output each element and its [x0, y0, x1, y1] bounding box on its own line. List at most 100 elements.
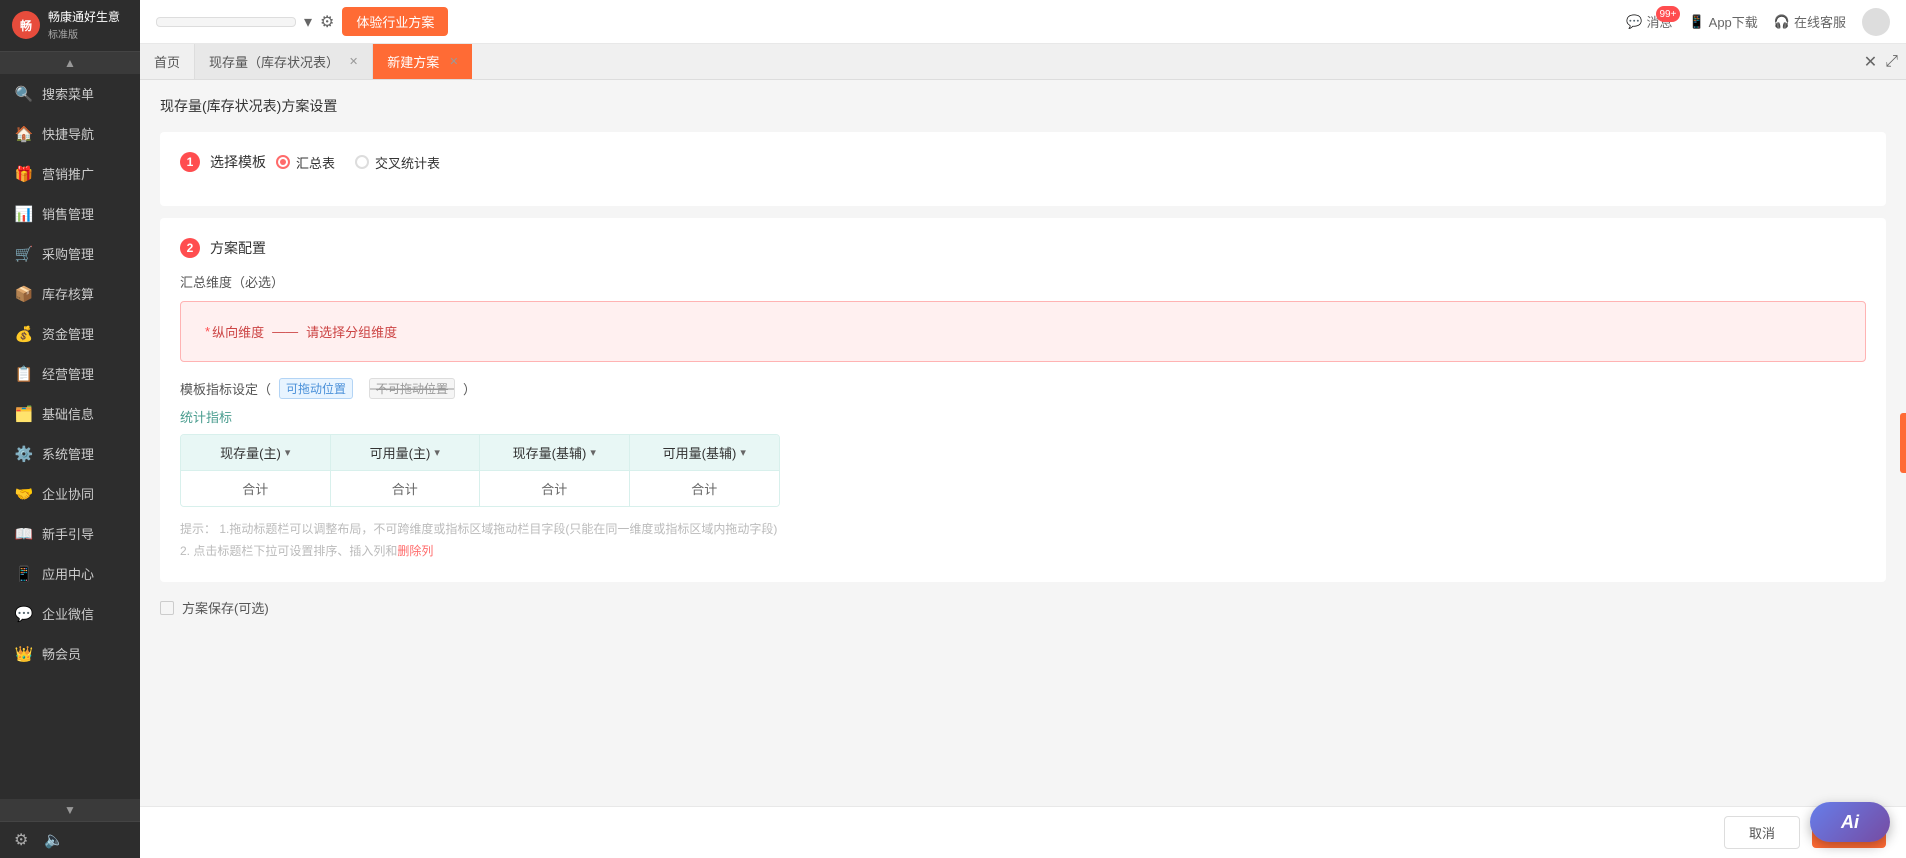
- sidebar-item-enterprise[interactable]: 🤝 企业协同: [0, 474, 140, 514]
- search-input[interactable]: [156, 17, 296, 27]
- save-checkbox[interactable]: [160, 601, 174, 615]
- download-icon: 📱: [1688, 14, 1704, 30]
- sidebar-item-label-system: 系统管理: [42, 444, 94, 463]
- sidebar: 畅 畅康通好生意 标准版 ▲ 🔍 搜索菜单 🏠 快捷导航 🎁 营销推广 📊 销售…: [0, 0, 140, 858]
- tab-expand-btn[interactable]: ⤢: [1885, 53, 1898, 71]
- stats-col-header-3[interactable]: 可用量(基辅)▾: [630, 435, 780, 470]
- app-download-action[interactable]: 📱 App下载: [1688, 12, 1757, 31]
- col-dropdown-1[interactable]: ▾: [434, 446, 440, 459]
- sidebar-item-label-operations: 经营管理: [42, 364, 94, 383]
- sidebar-item-purchase[interactable]: 🛒 采购管理: [0, 234, 140, 274]
- radio-summary[interactable]: 汇总表: [276, 153, 335, 172]
- sidebar-item-label-quick-nav: 快捷导航: [42, 124, 94, 143]
- sidebar-item-search-menu[interactable]: 🔍 搜索菜单: [0, 74, 140, 114]
- sidebar-item-icon-basic-info: 🗂️: [14, 404, 34, 424]
- sidebar-item-label-app-center: 应用中心: [42, 564, 94, 583]
- stats-col-header-2[interactable]: 现存量(基辅)▾: [480, 435, 630, 470]
- dimension-placeholder[interactable]: 请选择分组维度: [306, 322, 397, 341]
- sidebar-item-label-search-menu: 搜索菜单: [42, 84, 94, 103]
- top-bar: ▾ ⚙ 体验行业方案 💬 消息 99+ 📱 App下载 🎧 在线客服: [140, 0, 1906, 44]
- stats-col-header-1[interactable]: 可用量(主)▾: [331, 435, 481, 470]
- ai-bubble[interactable]: Ai: [1810, 802, 1890, 842]
- sidebar-item-icon-new-guide: 📖: [14, 524, 34, 544]
- step1-title: 选择模板: [210, 152, 266, 172]
- bottom-bar: 取消 查询: [140, 806, 1906, 858]
- indicator-label-text: 模板指标设定（: [180, 379, 271, 398]
- sidebar-item-label-enterprise: 企业协同: [42, 484, 94, 503]
- app-download-label: App下载: [1709, 12, 1758, 31]
- message-badge: 99+: [1656, 6, 1681, 22]
- gear-icon[interactable]: ⚙: [320, 12, 334, 32]
- sidebar-item-icon-quick-nav: 🏠: [14, 124, 34, 144]
- sidebar-scroll-down[interactable]: ▼: [0, 799, 140, 821]
- tab-bar: 首页 现存量（库存状况表） ✕ 新建方案 ✕ ✕ ⤢: [140, 44, 1906, 80]
- stats-cell-0-2: 合计: [480, 470, 630, 506]
- stats-col-header-label-3: 可用量(基辅): [663, 443, 737, 462]
- sidebar-item-new-guide[interactable]: 📖 新手引导: [0, 514, 140, 554]
- sidebar-item-basic-info[interactable]: 🗂️ 基础信息: [0, 394, 140, 434]
- industry-btn[interactable]: 体验行业方案: [342, 7, 448, 36]
- step1-header: 1 选择模板 汇总表 交叉统计表: [180, 152, 1866, 172]
- sidebar-item-quick-nav[interactable]: 🏠 快捷导航: [0, 114, 140, 154]
- stats-table: 现存量(主)▾可用量(主)▾现存量(基辅)▾可用量(基辅)▾ 合计合计合计合计: [180, 434, 780, 507]
- step2-card: 2 方案配置 汇总维度（必选） * 纵向维度 —— 请选择分组维度 模板指标设定…: [160, 218, 1886, 582]
- sidebar-item-system[interactable]: ⚙️ 系统管理: [0, 434, 140, 474]
- right-edge-bar: [1900, 413, 1906, 473]
- ai-label: Ai: [1841, 812, 1859, 833]
- sidebar-item-label-new-guide: 新手引导: [42, 524, 94, 543]
- top-bar-left: ▾ ⚙ 体验行业方案: [156, 7, 1614, 36]
- sidebar-item-icon-search-menu: 🔍: [14, 84, 34, 104]
- tab-home[interactable]: 首页: [140, 44, 195, 79]
- sidebar-item-inventory[interactable]: 📦 库存核算: [0, 274, 140, 314]
- stats-table-header: 现存量(主)▾可用量(主)▾现存量(基辅)▾可用量(基辅)▾: [181, 435, 779, 470]
- sidebar-item-enterprise-wechat[interactable]: 💬 企业微信: [0, 594, 140, 634]
- tab-inventory-status[interactable]: 现存量（库存状况表） ✕: [195, 44, 373, 79]
- required-star: *: [205, 324, 210, 339]
- cancel-button[interactable]: 取消: [1724, 816, 1800, 849]
- col-dropdown-2[interactable]: ▾: [590, 446, 596, 459]
- sidebar-item-sales[interactable]: 📊 销售管理: [0, 194, 140, 234]
- save-option: 方案保存(可选): [160, 598, 1886, 617]
- sidebar-footer: ⚙ 🔈: [0, 821, 140, 858]
- tab-inventory-close[interactable]: ✕: [349, 55, 358, 68]
- dropdown-icon[interactable]: ▾: [304, 12, 312, 32]
- stats-col-header-0[interactable]: 现存量(主)▾: [181, 435, 331, 470]
- sidebar-item-app-center[interactable]: 📱 应用中心: [0, 554, 140, 594]
- sidebar-item-label-enterprise-wechat: 企业微信: [42, 604, 94, 623]
- dimension-dash: ——: [272, 324, 298, 339]
- tab-new-scheme-close[interactable]: ✕: [449, 55, 458, 68]
- sidebar-logo: 畅 畅康通好生意 标准版: [0, 0, 140, 52]
- step2-header: 2 方案配置: [180, 238, 1866, 258]
- stats-section-title: 统计指标: [180, 407, 1866, 426]
- sidebar-item-label-inventory: 库存核算: [42, 284, 94, 303]
- user-avatar[interactable]: [1862, 8, 1890, 36]
- radio-cross-label: 交叉统计表: [375, 153, 440, 172]
- stats-cell-0-3: 合计: [630, 470, 780, 506]
- hint-2: 2. 点击标题栏下拉可设置排序、插入列和删除列: [180, 541, 1866, 563]
- stats-cell-0-1: 合计: [331, 470, 481, 506]
- step2-title: 方案配置: [210, 238, 266, 258]
- step1-badge: 1: [180, 152, 200, 172]
- radio-summary-circle: [276, 155, 290, 169]
- message-action[interactable]: 💬 消息 99+: [1626, 12, 1672, 31]
- sidebar-item-icon-purchase: 🛒: [14, 244, 34, 264]
- sidebar-item-label-marketing: 营销推广: [42, 164, 94, 183]
- online-service-action[interactable]: 🎧 在线客服: [1774, 12, 1846, 31]
- step2-badge: 2: [180, 238, 200, 258]
- sidebar-item-marketing[interactable]: 🎁 营销推广: [0, 154, 140, 194]
- col-dropdown-0[interactable]: ▾: [285, 446, 291, 459]
- sidebar-item-members[interactable]: 👑 畅会员: [0, 634, 140, 674]
- col-dropdown-3[interactable]: ▾: [740, 446, 746, 459]
- sidebar-scroll-up[interactable]: ▲: [0, 52, 140, 74]
- tab-close-btn[interactable]: ✕: [1864, 52, 1877, 72]
- radio-cross[interactable]: 交叉统计表: [355, 153, 440, 172]
- non-draggable-label: 不可拖动位置: [376, 382, 448, 396]
- sidebar-item-operations[interactable]: 📋 经营管理: [0, 354, 140, 394]
- tab-new-scheme[interactable]: 新建方案 ✕: [373, 44, 472, 79]
- sidebar-item-finance[interactable]: 💰 资金管理: [0, 314, 140, 354]
- settings-icon[interactable]: ⚙: [14, 830, 28, 850]
- sidebar-item-icon-operations: 📋: [14, 364, 34, 384]
- sound-icon[interactable]: 🔈: [44, 830, 64, 850]
- radio-summary-label: 汇总表: [296, 153, 335, 172]
- sidebar-item-label-finance: 资金管理: [42, 324, 94, 343]
